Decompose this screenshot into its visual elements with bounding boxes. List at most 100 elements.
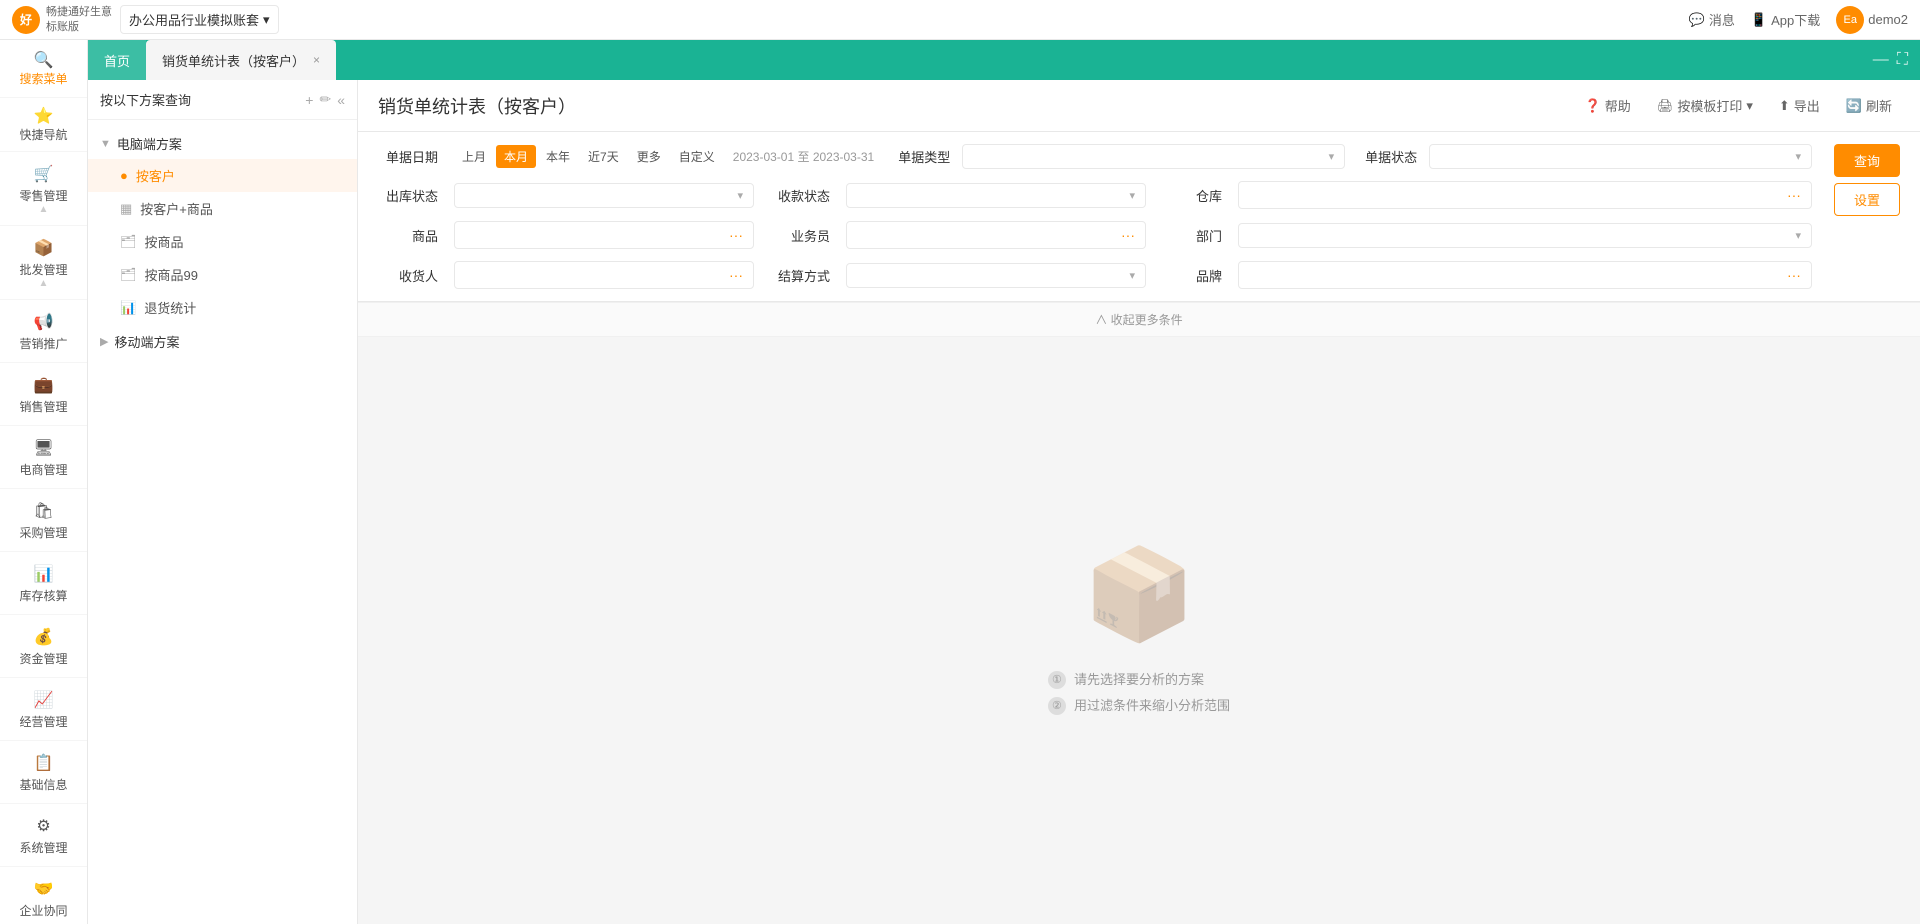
date-tab-7days[interactable]: 近7天	[580, 145, 627, 168]
query-button[interactable]: 查询	[1834, 144, 1900, 177]
tab-sales-stats[interactable]: 销货单统计表（按客户） ×	[146, 40, 336, 80]
order-type-select[interactable]: ▾	[962, 144, 1345, 169]
warehouse-select[interactable]: ···	[1238, 181, 1812, 209]
goods-select[interactable]: ···	[454, 221, 754, 249]
scheme-item-by-goods[interactable]: 🗂 按商品	[88, 225, 357, 258]
edit-scheme-button[interactable]: ✏	[319, 91, 331, 108]
cooperation-icon: 🤝	[4, 879, 83, 899]
settlement-select[interactable]: ▾	[846, 263, 1146, 288]
sidebar-search[interactable]: 🔍 搜索菜单	[0, 40, 87, 98]
scheme-item-return-stats[interactable]: 📊 退货统计	[88, 291, 357, 324]
sidebar-item-inventory[interactable]: 📊 库存核算	[0, 552, 87, 615]
scheme-item-by-customer[interactable]: ● 按客户	[88, 159, 357, 192]
export-icon: ⬆	[1779, 98, 1790, 114]
empty-tip-1: ① 请先选择要分析的方案	[1048, 667, 1230, 693]
department-label: 部门	[1162, 226, 1222, 245]
scheme-group-mobile: ▶ 移动端方案	[88, 326, 357, 357]
avatar: Ea	[1836, 6, 1864, 34]
export-button[interactable]: ⬆ 导出	[1771, 92, 1828, 119]
sidebar-item-system[interactable]: ⚙ 系统管理	[0, 804, 87, 867]
print-button[interactable]: 🖨 按模板打印 ▾	[1649, 92, 1761, 119]
date-tab-custom[interactable]: 自定义	[671, 145, 723, 168]
desktop-group-arrow-icon: ▼	[100, 138, 111, 150]
retail-icon: 🛒	[4, 164, 83, 184]
sidebar-item-operations[interactable]: 📈 经营管理	[0, 678, 87, 741]
user-profile[interactable]: Ea demo2	[1836, 6, 1908, 34]
date-tab-last-month[interactable]: 上月	[454, 145, 494, 168]
outbound-select[interactable]: ▾	[454, 183, 754, 208]
scheme-group-desktop-label[interactable]: ▼ 电脑端方案	[88, 128, 357, 159]
marketing-icon: 📢	[4, 312, 83, 332]
logo-text: 畅捷通好生意 标账版	[46, 5, 112, 34]
salesperson-select[interactable]: ···	[846, 221, 1146, 249]
sidebar-item-wholesale[interactable]: 📦 批发管理 ▲	[0, 226, 87, 300]
sidebar-item-finance[interactable]: 💰 资金管理	[0, 615, 87, 678]
scheme-header: 按以下方案查询 + ✏ «	[88, 80, 357, 120]
collapse-scheme-button[interactable]: «	[337, 92, 345, 108]
desktop-group-text: 电脑端方案	[117, 134, 182, 153]
scheme-header-actions: + ✏ «	[305, 91, 345, 108]
consignee-select[interactable]: ···	[454, 261, 754, 289]
sidebar-item-ecommerce[interactable]: 🖥 电商管理	[0, 426, 87, 489]
date-tabs: 上月 本月 本年 近7天 更多 自定义 2023-03-01 至 2023-03…	[454, 145, 874, 168]
add-scheme-button[interactable]: +	[305, 92, 313, 108]
tab-maximize-button[interactable]: ⛶	[1897, 51, 1908, 69]
page-header: 销货单统计表（按客户） ❓ 帮助 🖨 按模板打印 ▾ ⬆	[358, 80, 1920, 132]
app-selector[interactable]: 办公用品行业模拟账套 ▾	[120, 5, 279, 34]
sidebar-item-purchase[interactable]: 🛍 采购管理	[0, 489, 87, 552]
help-button[interactable]: ❓ 帮助	[1577, 92, 1639, 119]
download-icon: 📱	[1751, 12, 1767, 28]
action-buttons: 查询 设置	[1834, 144, 1900, 216]
order-type-label: 单据类型	[890, 147, 950, 166]
sidebar-item-basic[interactable]: 📋 基础信息	[0, 741, 87, 804]
inventory-icon: 📊	[4, 564, 83, 584]
customer-icon: ●	[120, 168, 128, 183]
settings-button[interactable]: 设置	[1834, 183, 1900, 216]
app-download-button[interactable]: 📱 App下载	[1751, 10, 1820, 29]
brand-select[interactable]: ···	[1238, 261, 1812, 289]
order-status-arrow-icon: ▾	[1795, 150, 1801, 163]
collapse-bar[interactable]: ∧ 收起更多条件	[358, 302, 1920, 337]
tab-close-button[interactable]: ×	[313, 53, 320, 67]
date-tab-this-month[interactable]: 本月	[496, 145, 536, 168]
tab-home[interactable]: 首页	[88, 40, 146, 80]
print-icon: 🖨	[1657, 98, 1674, 114]
consignee-dots-icon: ···	[729, 267, 743, 283]
sidebar-nav-shortcut[interactable]: ⭐ 快捷导航	[0, 98, 87, 152]
department-select[interactable]: ▾	[1238, 223, 1812, 248]
payment-select[interactable]: ▾	[846, 183, 1146, 208]
refresh-button[interactable]: 🔄 刷新	[1838, 92, 1900, 119]
date-label: 单据日期	[378, 147, 438, 166]
message-button[interactable]: 💬 消息	[1689, 10, 1735, 29]
filter-row-3: 商品 ··· 业务员 ··· 部门	[378, 221, 1812, 249]
salesperson-label: 业务员	[770, 226, 830, 245]
tab-minimize-button[interactable]: —	[1873, 51, 1889, 69]
department-arrow-icon: ▾	[1795, 229, 1801, 242]
date-tab-more[interactable]: 更多	[629, 145, 669, 168]
order-status-select[interactable]: ▾	[1429, 144, 1812, 169]
date-tab-this-year[interactable]: 本年	[538, 145, 578, 168]
filter-row-2: 出库状态 ▾ 收款状态 ▾ 仓库	[378, 181, 1812, 209]
system-icon: ⚙	[4, 816, 83, 836]
consignee-label: 收货人	[378, 266, 438, 285]
empty-tips: ① 请先选择要分析的方案 ② 用过滤条件来缩小分析范围	[1048, 667, 1230, 719]
sidebar-item-sales[interactable]: 💼 销售管理	[0, 363, 87, 426]
date-range-display: 2023-03-01 至 2023-03-31	[733, 148, 874, 165]
filter-area: 单据日期 上月 本月 本年 近7天 更多 自定义 2023-03-01 至 20…	[358, 132, 1920, 302]
sidebar-item-retail[interactable]: 🛒 零售管理 ▲	[0, 152, 87, 226]
top-bar-left: 好 畅捷通好生意 标账版 办公用品行业模拟账套 ▾	[12, 5, 279, 34]
help-icon: ❓	[1585, 98, 1601, 114]
filter-row-1: 单据日期 上月 本月 本年 近7天 更多 自定义 2023-03-01 至 20…	[378, 144, 1812, 169]
scheme-item-by-goods99[interactable]: 🗂 按商品99	[88, 258, 357, 291]
scheme-item-by-customer-goods[interactable]: ▦ 按客户+商品	[88, 192, 357, 225]
mobile-group-text: 移动端方案	[114, 332, 179, 351]
goods-label: 商品	[378, 226, 438, 245]
sidebar-item-marketing[interactable]: 📢 营销推广	[0, 300, 87, 363]
sidebar-item-cooperation[interactable]: 🤝 企业协同	[0, 867, 87, 924]
tab-actions: — ⛶	[1861, 51, 1920, 69]
page-title: 销货单统计表（按客户）	[378, 93, 576, 119]
goods-dots-icon: ···	[729, 227, 743, 243]
page-header-actions: ❓ 帮助 🖨 按模板打印 ▾ ⬆ 导出 🔄	[1577, 92, 1900, 119]
purchase-icon: 🛍	[4, 501, 83, 521]
scheme-group-mobile-label[interactable]: ▶ 移动端方案	[88, 326, 357, 357]
